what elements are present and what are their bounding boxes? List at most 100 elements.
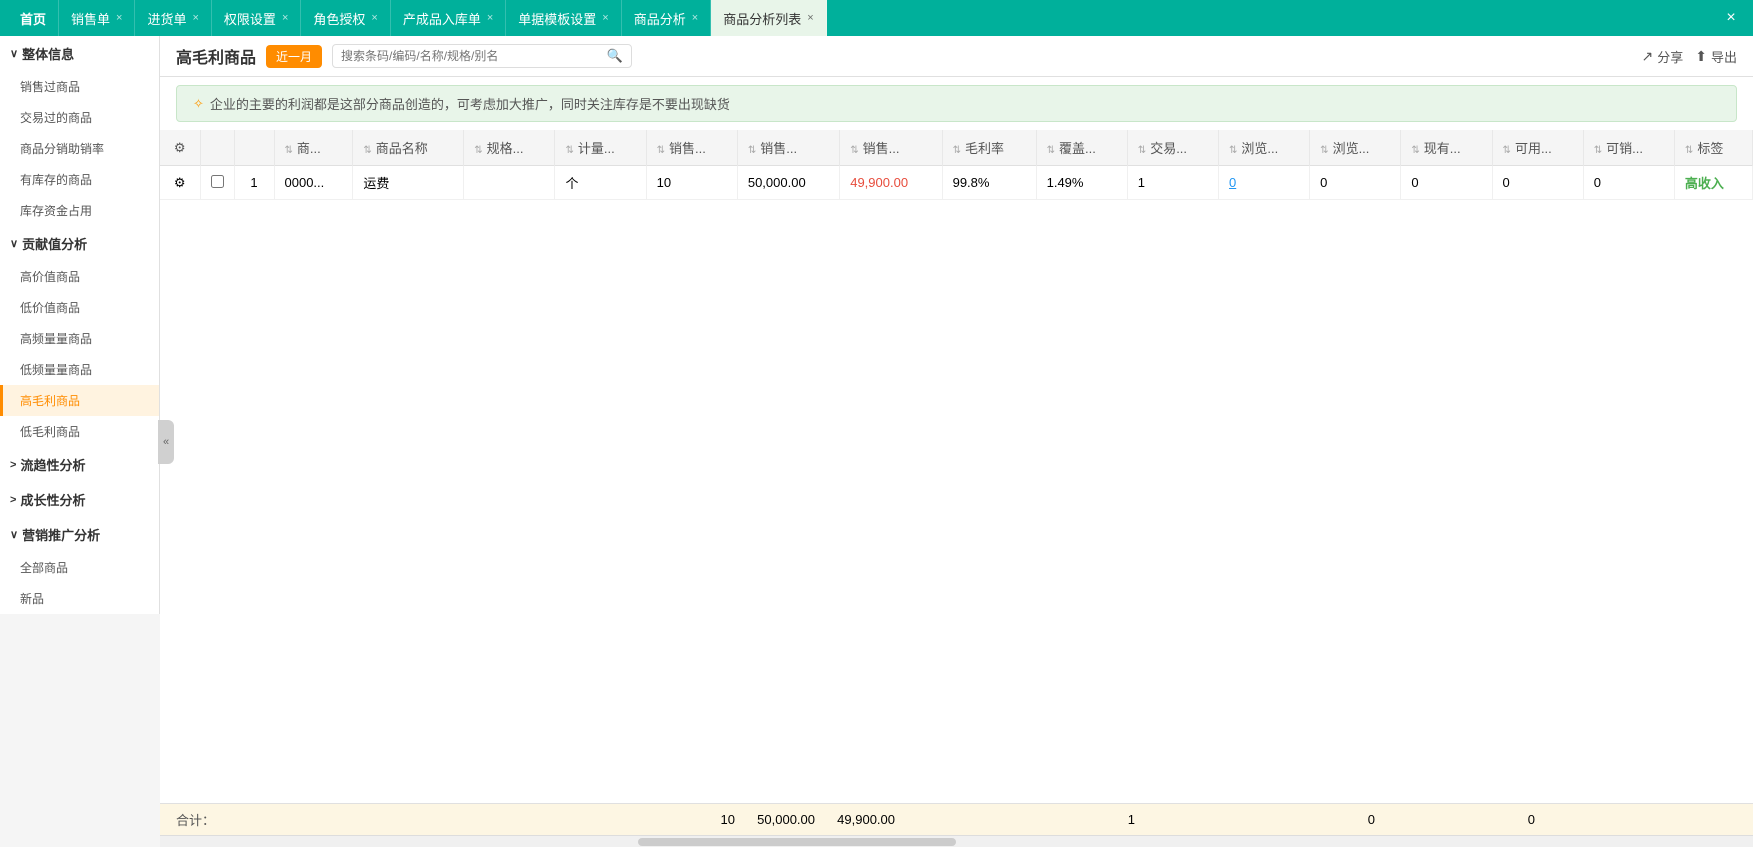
search-input[interactable] bbox=[341, 49, 607, 63]
sort-icon-unit[interactable]: ⇅ bbox=[565, 145, 573, 156]
sidebar-item-high-price[interactable]: 高价值商品 bbox=[0, 261, 159, 292]
sidebar-wrapper: ∨整体信息销售过商品交易过的商品商品分销助销率有库存的商品库存资金占用∨贡献值分… bbox=[0, 36, 160, 847]
nav-tab-purchase[interactable]: 进货单× bbox=[135, 0, 211, 36]
col-header-sales_qty[interactable]: ⇅销售... bbox=[646, 130, 737, 166]
sidebar-group-overall[interactable]: ∨整体信息 bbox=[0, 36, 159, 71]
col-label-stock_available: 可用... bbox=[1515, 141, 1552, 156]
col-header-spec[interactable]: ⇅规格... bbox=[464, 130, 555, 166]
nav-tab-permission[interactable]: 权限设置× bbox=[212, 0, 301, 36]
nav-tab-template[interactable]: 单据模板设置× bbox=[506, 0, 621, 36]
sort-icon-sales_amount[interactable]: ⇅ bbox=[748, 145, 756, 156]
footer-sales-profit: 49,900.00 bbox=[825, 812, 905, 827]
nav-tab-analysis[interactable]: 商品分析× bbox=[622, 0, 711, 36]
nav-tab-stock-in[interactable]: 产成品入库单× bbox=[391, 0, 506, 36]
sidebar-item-low-profit[interactable]: 低毛利商品 bbox=[0, 416, 159, 447]
sort-icon-sales_qty[interactable]: ⇅ bbox=[657, 145, 665, 156]
cell-unit-0: 个 bbox=[555, 166, 646, 200]
tab-close-purchase[interactable]: × bbox=[192, 12, 198, 24]
col-header-stock_saleable[interactable]: ⇅可销... bbox=[1583, 130, 1674, 166]
col-header-code[interactable]: ⇅商... bbox=[274, 130, 353, 166]
sidebar-item-sales-goods[interactable]: 销售过商品 bbox=[0, 71, 159, 102]
tab-close-permission[interactable]: × bbox=[282, 12, 288, 24]
sidebar-item-high-freq[interactable]: 高频量量商品 bbox=[0, 323, 159, 354]
col-header-trade_count[interactable]: ⇅交易... bbox=[1127, 130, 1218, 166]
nav-tab-sales[interactable]: 销售单× bbox=[59, 0, 135, 36]
sort-icon-browse1[interactable]: ⇅ bbox=[1229, 145, 1237, 156]
sort-icon-trade_count[interactable]: ⇅ bbox=[1138, 145, 1146, 156]
col-label-tag: 标签 bbox=[1697, 141, 1723, 156]
search-icon[interactable]: 🔍 bbox=[607, 48, 623, 64]
sort-icon-stock_available[interactable]: ⇅ bbox=[1503, 145, 1511, 156]
tab-close-sales[interactable]: × bbox=[116, 12, 122, 24]
content-area: 高毛利商品 近一月 🔍 ↗ 分享 ⬆ 导出 ✧ 企业的主要的利润都是这部分商品创… bbox=[160, 36, 1753, 847]
nav-tab-role[interactable]: 角色授权× bbox=[301, 0, 390, 36]
sidebar-item-low-price[interactable]: 低价值商品 bbox=[0, 292, 159, 323]
sort-icon-browse2[interactable]: ⇅ bbox=[1320, 145, 1328, 156]
col-header-sales_profit[interactable]: ⇅销售... bbox=[840, 130, 942, 166]
col-header-stock_available[interactable]: ⇅ 可用... bbox=[1492, 130, 1583, 166]
sidebar-item-goods-score[interactable]: 商品分销助销率 bbox=[0, 133, 159, 164]
top-nav: 首页销售单×进货单×权限设置×角色授权×产成品入库单×单据模板设置×商品分析×商… bbox=[0, 0, 1753, 36]
sort-icon-stock_current[interactable]: ⇅ bbox=[1411, 145, 1419, 156]
close-all-button[interactable]: × bbox=[1717, 4, 1745, 32]
tab-close-stock-in[interactable]: × bbox=[487, 12, 493, 24]
cell-stock_available-0: 0 bbox=[1492, 166, 1583, 200]
sort-icon-stock_saleable[interactable]: ⇅ bbox=[1594, 145, 1602, 156]
sort-icon-name[interactable]: ⇅ bbox=[363, 145, 371, 156]
col-header-gross_margin[interactable]: ⇅毛利率 bbox=[942, 130, 1036, 166]
col-label-browse2: 浏览... bbox=[1333, 141, 1370, 156]
col-header-tag[interactable]: ⇅ 标签 bbox=[1674, 130, 1752, 166]
sidebar-group-marketing[interactable]: ∨营销推广分析 bbox=[0, 517, 159, 552]
cell-coverage-0: 1.49% bbox=[1036, 166, 1127, 200]
horizontal-scrollbar[interactable] bbox=[160, 835, 1753, 847]
nav-tab-home[interactable]: 首页 bbox=[8, 0, 59, 36]
export-button[interactable]: ⬆ 导出 bbox=[1695, 47, 1737, 66]
col-header-browse2[interactable]: ⇅ 浏览... bbox=[1310, 130, 1401, 166]
col-header-unit[interactable]: ⇅计量... bbox=[555, 130, 646, 166]
tab-close-role[interactable]: × bbox=[371, 12, 377, 24]
sidebar-item-stock-capital[interactable]: 库存资金占用 bbox=[0, 195, 159, 226]
sidebar-group-finance[interactable]: ∨贡献值分析 bbox=[0, 226, 159, 261]
sort-icon-spec[interactable]: ⇅ bbox=[474, 145, 482, 156]
browse1-link-0[interactable]: 0 bbox=[1229, 175, 1236, 190]
col-header-sales_amount[interactable]: ⇅销售... bbox=[737, 130, 839, 166]
group-label-marketing: 营销推广分析 bbox=[22, 525, 100, 544]
tab-close-template[interactable]: × bbox=[602, 12, 608, 24]
sidebar-item-high-profit[interactable]: 高毛利商品 bbox=[0, 385, 159, 416]
col-header-coverage[interactable]: ⇅覆盖... bbox=[1036, 130, 1127, 166]
sidebar-item-traded-goods[interactable]: 交易过的商品 bbox=[0, 102, 159, 133]
share-button[interactable]: ↗ 分享 bbox=[1642, 47, 1684, 66]
filter-button[interactable]: 近一月 bbox=[266, 45, 322, 68]
sidebar-item-low-freq[interactable]: 低频量量商品 bbox=[0, 354, 159, 385]
table-container: ⚙⇅商...⇅商品名称⇅规格...⇅计量...⇅销售...⇅销售...⇅销售..… bbox=[160, 130, 1753, 803]
sidebar-item-all-goods[interactable]: 全部商品 bbox=[0, 552, 159, 583]
col-header-name[interactable]: ⇅商品名称 bbox=[353, 130, 464, 166]
sort-icon-gross_margin[interactable]: ⇅ bbox=[953, 145, 961, 156]
cell-spec-0 bbox=[464, 166, 555, 200]
col-header-browse1[interactable]: ⇅浏览... bbox=[1218, 130, 1309, 166]
nav-tab-analysis-list[interactable]: 商品分析列表× bbox=[711, 0, 826, 36]
sort-icon-sales_profit[interactable]: ⇅ bbox=[850, 145, 858, 156]
tab-close-analysis-list[interactable]: × bbox=[807, 12, 813, 24]
cell-browse2-0: 0 bbox=[1310, 166, 1401, 200]
tab-close-analysis[interactable]: × bbox=[692, 12, 698, 24]
sidebar-item-in-stock-goods[interactable]: 有库存的商品 bbox=[0, 164, 159, 195]
group-arrow-finance: ∨ bbox=[10, 237, 18, 250]
sidebar-group-trend[interactable]: >流趋性分析 bbox=[0, 447, 159, 482]
row-checkbox-0[interactable] bbox=[200, 166, 234, 200]
cell-stock_saleable-0: 0 bbox=[1583, 166, 1674, 200]
cell-tag-0: 高收入 bbox=[1674, 166, 1752, 200]
cell-gross_margin-0: 99.8% bbox=[942, 166, 1036, 200]
cell-browse1-0[interactable]: 0 bbox=[1218, 166, 1309, 200]
sidebar-collapse-button[interactable]: « bbox=[158, 420, 174, 464]
row-settings-0[interactable]: ⚙ bbox=[160, 166, 200, 200]
cell-name-0: 运费 bbox=[353, 166, 464, 200]
sidebar-group-growth[interactable]: >成长性分析 bbox=[0, 482, 159, 517]
sort-icon-code[interactable]: ⇅ bbox=[285, 145, 293, 156]
cell-stock_current-0: 0 bbox=[1401, 166, 1492, 200]
scrollbar-thumb[interactable] bbox=[638, 838, 957, 846]
sidebar-item-new-goods[interactable]: 新品 bbox=[0, 583, 159, 614]
sort-icon-coverage[interactable]: ⇅ bbox=[1047, 145, 1055, 156]
sort-icon-tag[interactable]: ⇅ bbox=[1685, 145, 1693, 156]
col-header-stock_current[interactable]: ⇅现有... bbox=[1401, 130, 1492, 166]
